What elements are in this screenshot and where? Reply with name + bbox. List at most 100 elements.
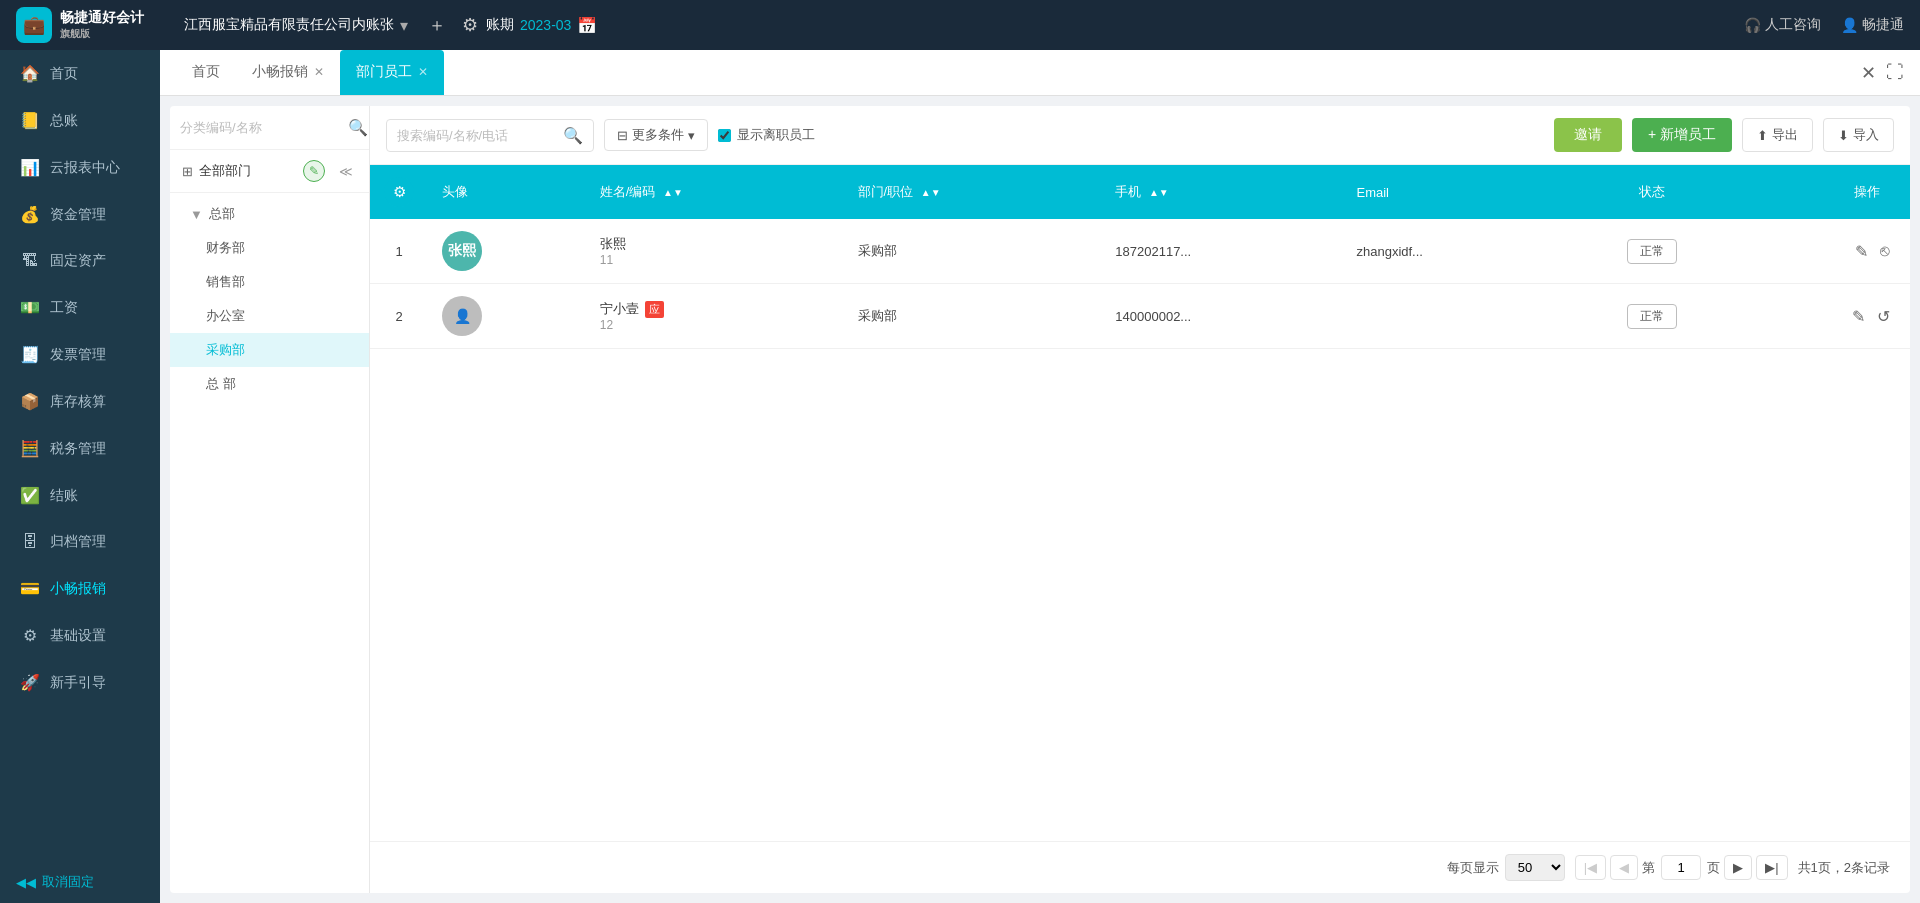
service-btn[interactable]: 🎧 人工咨询: [1744, 16, 1821, 34]
tab-expense[interactable]: 小畅报销 ✕: [236, 50, 340, 95]
row1-status: 正常: [1562, 219, 1743, 284]
calendar-icon[interactable]: 📅: [577, 16, 597, 35]
collapse-icon[interactable]: ≪: [335, 160, 357, 182]
dept-node-sales[interactable]: 销售部: [170, 265, 369, 299]
sidebar-item-settings[interactable]: ⚙ 基础设置: [0, 612, 160, 659]
invite-btn[interactable]: 邀请: [1554, 118, 1622, 152]
edit-dept-btn[interactable]: ✎: [303, 160, 325, 182]
dept-search-input[interactable]: [180, 120, 348, 135]
tab-dept-close-icon[interactable]: ✕: [418, 65, 428, 79]
user-menu[interactable]: 👤 畅捷通: [1841, 16, 1904, 34]
table-gear-icon[interactable]: ⚙: [384, 177, 414, 207]
dept-node-finance[interactable]: 财务部: [170, 231, 369, 265]
add-employee-btn[interactable]: + 新增员工: [1632, 118, 1732, 152]
sidebar-item-reports[interactable]: 📊 云报表中心: [0, 144, 160, 191]
dept-sort-icon[interactable]: ▲▼: [921, 187, 941, 198]
sidebar-item-home[interactable]: 🏠 首页: [0, 50, 160, 97]
table-row: 2 👤 宁小壹: [370, 284, 1910, 349]
page-number-input[interactable]: [1661, 855, 1701, 880]
row1-email: zhangxidf...: [1342, 219, 1561, 284]
employee-search-icon[interactable]: 🔍: [563, 126, 583, 145]
first-page-btn[interactable]: |◀: [1575, 855, 1606, 880]
dept-node-general[interactable]: 总 部: [170, 367, 369, 401]
sidebar-item-funds[interactable]: 💰 资金管理: [0, 191, 160, 238]
sidebar-label-expense: 小畅报销: [50, 580, 106, 598]
sidebar-item-expense[interactable]: 💳 小畅报销: [0, 565, 160, 612]
expense-icon: 💳: [20, 579, 40, 598]
inner-content: 🔍 ⊞ 全部部门 ✎ ≪ ▼ 总部 财务部: [170, 106, 1910, 893]
reports-icon: 📊: [20, 158, 40, 177]
dept-node-head-label: 总部: [209, 205, 235, 223]
all-dept-label: 全部部门: [199, 162, 251, 180]
period-value[interactable]: 2023-03: [520, 17, 571, 33]
sidebar-item-tax[interactable]: 🧮 税务管理: [0, 425, 160, 472]
sidebar-item-assets[interactable]: 🏗 固定资产: [0, 238, 160, 284]
all-dept-item[interactable]: ⊞ 全部部门 ✎ ≪: [170, 150, 369, 193]
show-resigned-checkbox[interactable]: [718, 129, 731, 142]
company-dropdown-icon[interactable]: ▾: [400, 16, 408, 35]
add-icon[interactable]: ＋: [428, 13, 446, 37]
tab-bar-controls: ✕ ⛶: [1861, 62, 1904, 84]
dept-node-purchase[interactable]: 采购部: [170, 333, 369, 367]
dept-search-icon[interactable]: 🔍: [348, 118, 368, 137]
export-btn[interactable]: ⬆ 导出: [1742, 118, 1813, 152]
row2-delete-icon[interactable]: ↺: [1877, 307, 1890, 326]
col-status: 状态: [1562, 165, 1743, 219]
name-sort-icon[interactable]: ▲▼: [663, 187, 683, 198]
sidebar-label-payroll: 工资: [50, 299, 78, 317]
tab-expense-close-icon[interactable]: ✕: [314, 65, 324, 79]
employee-search-input[interactable]: [397, 128, 557, 143]
tax-icon: 🧮: [20, 439, 40, 458]
employee-search-box: 🔍: [386, 119, 594, 152]
page-label: 第: [1642, 859, 1655, 877]
table-row: 1 张熙 张熙 11: [370, 219, 1910, 284]
show-resigned-label[interactable]: 显示离职员工: [718, 126, 815, 144]
dept-node-finance-label: 财务部: [206, 239, 245, 257]
sidebar-item-payroll[interactable]: 💵 工资: [0, 284, 160, 331]
prev-page-btn[interactable]: ◀: [1610, 855, 1638, 880]
settings-icon[interactable]: ⚙: [462, 14, 478, 36]
sidebar-label-inventory: 库存核算: [50, 393, 106, 411]
app-logo: 💼 畅捷通好会计 旗舰版: [16, 7, 176, 43]
more-filter-btn[interactable]: ⊟ 更多条件 ▾: [604, 119, 708, 151]
sidebar-label-reports: 云报表中心: [50, 159, 120, 177]
import-btn[interactable]: ⬇ 导入: [1823, 118, 1894, 152]
expand-icon[interactable]: ⛶: [1886, 62, 1904, 84]
col-dept[interactable]: 部门/职位 ▲▼: [844, 165, 1102, 219]
close-window-icon[interactable]: ✕: [1861, 62, 1876, 84]
row2-edit-icon[interactable]: ✎: [1852, 307, 1865, 326]
next-page-btn[interactable]: ▶: [1724, 855, 1752, 880]
company-name[interactable]: 江西服宝精品有限责任公司内账张: [184, 16, 394, 34]
filter-icon: ⊟: [617, 128, 628, 143]
tab-expense-label: 小畅报销: [252, 63, 308, 81]
sidebar-item-closing[interactable]: ✅ 结账: [0, 472, 160, 519]
sidebar-item-invoice[interactable]: 🧾 发票管理: [0, 331, 160, 378]
row1-index: 1: [370, 219, 428, 284]
mobile-sort-icon[interactable]: ▲▼: [1149, 187, 1169, 198]
sidebar-item-ledger[interactable]: 📒 总账: [0, 97, 160, 144]
col-name-code[interactable]: 姓名/编码 ▲▼: [586, 165, 844, 219]
export-icon: ⬆: [1757, 128, 1768, 143]
col-actions: 操作: [1743, 165, 1910, 219]
sidebar-item-inventory[interactable]: 📦 库存核算: [0, 378, 160, 425]
last-page-btn[interactable]: ▶|: [1756, 855, 1787, 880]
row1-edit-icon[interactable]: ✎: [1855, 242, 1868, 261]
row2-status-badge: 正常: [1627, 304, 1677, 329]
cancel-pin-btn[interactable]: ◀◀ 取消固定: [0, 861, 160, 903]
logo-icon: 💼: [16, 7, 52, 43]
dept-node-office[interactable]: 办公室: [170, 299, 369, 333]
tab-dept-employee[interactable]: 部门员工 ✕: [340, 50, 444, 95]
col-mobile[interactable]: 手机 ▲▼: [1101, 165, 1342, 219]
sidebar-label-guide: 新手引导: [50, 674, 106, 692]
per-page-select[interactable]: 10 20 50 100: [1505, 854, 1565, 881]
dept-node-head[interactable]: ▼ 总部: [170, 197, 369, 231]
row2-name-code: 宁小壹 应 12: [586, 284, 844, 349]
page-unit-label: 页: [1707, 859, 1720, 877]
page-input-group: 第 页: [1642, 855, 1720, 880]
service-label: 人工咨询: [1765, 16, 1821, 34]
col-settings[interactable]: ⚙: [370, 165, 428, 219]
sidebar-item-guide[interactable]: 🚀 新手引导: [0, 659, 160, 706]
row1-logout-icon[interactable]: ⎋: [1880, 242, 1890, 260]
tab-home[interactable]: 首页: [176, 50, 236, 95]
sidebar-item-archive[interactable]: 🗄 归档管理: [0, 519, 160, 565]
